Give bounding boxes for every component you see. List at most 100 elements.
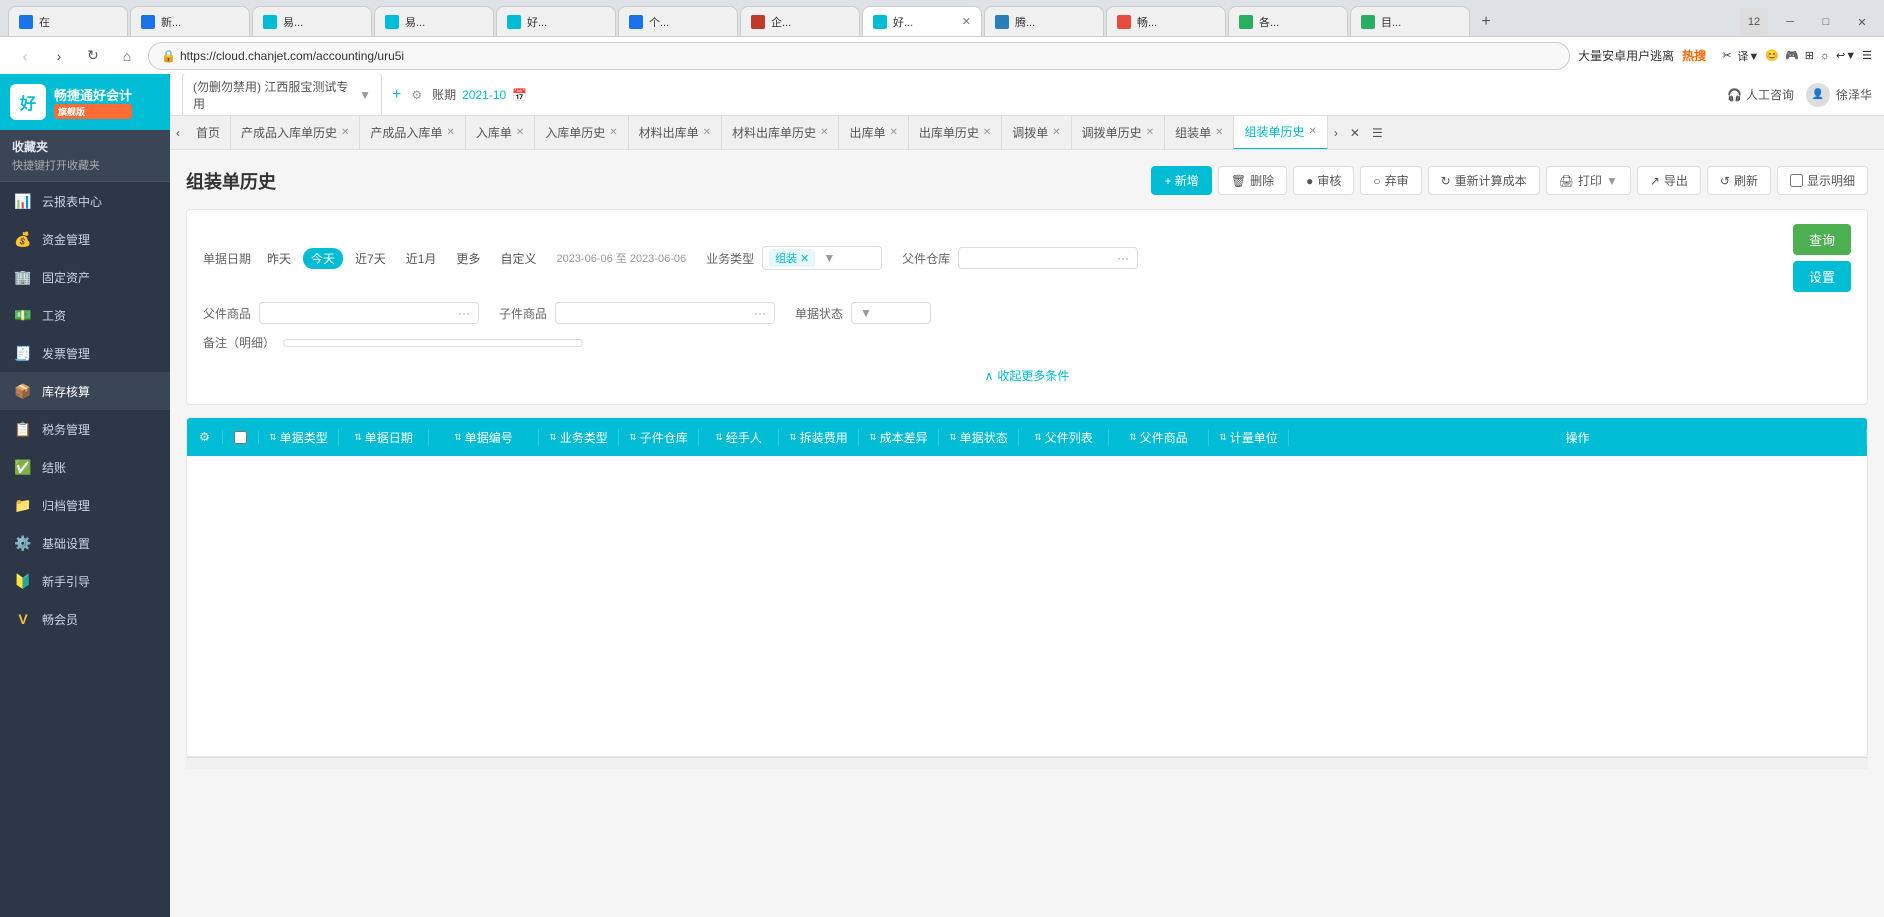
sidebar-item-member[interactable]: V 畅会员 [0,600,170,638]
new-tab-button[interactable]: + [1472,8,1500,36]
support-button[interactable]: 🎧 人工咨询 [1727,86,1794,103]
tab-close-window[interactable]: ✕ [1848,8,1876,36]
tab-mat-out-history[interactable]: 材料出库单历史 ✕ [722,116,839,150]
tab-pack-history[interactable]: 组装单历史 ✕ [1234,116,1327,150]
tab-in-order-close[interactable]: ✕ [516,127,524,138]
home-button[interactable]: ⌂ [114,43,140,69]
sidebar-item-tax[interactable]: 📋 税务管理 [0,410,170,448]
browser-tab-11[interactable]: 各... [1228,6,1348,36]
browser-tab-12[interactable]: 目... [1350,6,1470,36]
sidebar-item-reports[interactable]: 📊 云报表中心 [0,182,170,220]
menu-icon[interactable]: ☰ [1862,49,1872,62]
tab-prod-in[interactable]: 产成品入库单 ✕ [360,116,465,150]
sidebar-item-guide[interactable]: 🔰 新手引导 [0,562,170,600]
date-pill-today[interactable]: 今天 [303,248,343,269]
tab-transfer-history-close[interactable]: ✕ [1146,127,1154,138]
refresh-button[interactable]: ↺ 刷新 [1707,166,1771,195]
child-goods-input[interactable]: ··· [555,302,775,324]
th-checkbox[interactable] [223,431,259,444]
sidebar-item-salary[interactable]: 💵 工资 [0,296,170,334]
sidebar-item-inventory[interactable]: 📦 库存核算 [0,372,170,410]
emoji-icon[interactable]: 😊 [1765,49,1779,62]
collapse-button[interactable]: ∧ 收起更多条件 [203,361,1851,390]
tab-out-order[interactable]: 出库单 ✕ [839,116,908,150]
tab-prod-in-close[interactable]: ✕ [446,127,454,138]
browser-tab-2[interactable]: 新... [130,6,250,36]
tab-pack-history-close[interactable]: ✕ [1309,126,1317,137]
browser-tab-3[interactable]: 易... [252,6,372,36]
th-biztype[interactable]: ⇅ 业务类型 [539,429,619,446]
remark-input[interactable] [283,339,583,347]
date-pill-more[interactable]: 更多 [448,248,488,269]
tab-out-order-close[interactable]: ✕ [889,127,897,138]
browser-tab-10[interactable]: 畅... [1106,6,1226,36]
sidebar-item-settings[interactable]: ⚙️ 基础设置 [0,524,170,562]
th-date[interactable]: ⇅ 单据日期 [339,429,429,446]
tab-mat-out-history-close[interactable]: ✕ [820,127,828,138]
abandon-button[interactable]: ○ 弃审 [1360,166,1421,195]
tab-in-history[interactable]: 入库单历史 ✕ [535,116,628,150]
browser-tab-5[interactable]: 好... [496,6,616,36]
parent-goods-more[interactable]: ··· [458,306,470,320]
add-button[interactable]: + 新增 [1151,166,1211,195]
tab-close-8[interactable]: ✕ [962,15,971,28]
sidebar-item-funds[interactable]: 💰 资金管理 [0,220,170,258]
browser-tab-6[interactable]: 个... [618,6,738,36]
tab-home[interactable]: 首页 [186,116,231,150]
parent-warehouse-input[interactable]: ··· [958,247,1138,269]
tab-prod-in-history[interactable]: 产成品入库单历史 ✕ [231,116,360,150]
parent-goods-input[interactable]: ··· [259,302,479,324]
tab-prod-in-history-close[interactable]: ✕ [341,127,349,138]
query-button[interactable]: 查询 [1793,224,1851,255]
add-company-button[interactable]: + [392,86,401,104]
sidebar-item-assets[interactable]: 🏢 固定资产 [0,258,170,296]
grid-icon[interactable]: ⊞ [1805,49,1814,62]
tab-in-history-close[interactable]: ✕ [609,127,617,138]
date-pill-yesterday[interactable]: 昨天 [259,248,299,269]
tab-mat-out-close[interactable]: ✕ [703,127,711,138]
date-pill-custom[interactable]: 自定义 [492,248,544,269]
tabs-close-all[interactable]: ✕ [1344,126,1366,140]
company-settings-icon[interactable]: ⚙ [411,88,422,102]
show-detail-checkbox[interactable]: 显示明细 [1777,166,1868,195]
tab-out-history[interactable]: 出库单历史 ✕ [909,116,1002,150]
tabs-menu[interactable]: ☰ [1366,126,1389,140]
undo-icon[interactable]: ↩▼ [1836,49,1856,62]
tab-mat-out[interactable]: 材料出库单 ✕ [629,116,722,150]
biz-type-tag-close[interactable]: ✕ [800,252,809,265]
company-selector[interactable]: (勿删勿禁用) 江西服宝测试专用 ▼ [182,74,382,117]
show-detail-input[interactable] [1790,174,1803,187]
child-goods-more[interactable]: ··· [754,306,766,320]
tabs-left-nav[interactable]: ‹ [170,126,186,140]
filter-settings-button[interactable]: 设置 [1793,261,1851,292]
tabs-right-nav[interactable]: › [1328,126,1344,140]
scissors-icon[interactable]: ✂ [1722,49,1731,62]
th-type[interactable]: ⇅ 单据类型 [259,429,339,446]
horizontal-scrollbar[interactable] [186,757,1868,769]
sidebar-item-archive[interactable]: 📁 归档管理 [0,486,170,524]
delete-button[interactable]: 🗑 删除 [1218,166,1287,195]
tab-out-history-close[interactable]: ✕ [983,127,991,138]
recalculate-button[interactable]: ↻ 重新计算成本 [1428,166,1540,195]
browser-tab-9[interactable]: 腾... [984,6,1104,36]
tab-maximize[interactable]: □ [1812,8,1840,36]
user-info[interactable]: 👤 徐泽华 [1806,83,1872,107]
browser-tab-4[interactable]: 易... [374,6,494,36]
sidebar-item-settle[interactable]: ✅ 结账 [0,448,170,486]
date-pill-1month[interactable]: 近1月 [398,248,445,269]
back-button[interactable]: ‹ [12,43,38,69]
theme-icon[interactable]: ☼ [1820,50,1830,62]
biz-type-dropdown[interactable]: ▼ [823,251,835,265]
translate-icon[interactable]: 译▼ [1737,48,1759,64]
app-logo[interactable]: 好 畅捷通好会计 旗舰版 [0,74,170,130]
tab-transfer-close[interactable]: ✕ [1052,127,1060,138]
browser-tab-8[interactable]: 好... ✕ [862,6,982,36]
browser-tab-1[interactable]: 在 [8,6,128,36]
browser-tab-7[interactable]: 企... [740,6,860,36]
period-selector[interactable]: 账期 2021-10 📅 [432,86,527,103]
tab-transfer-history[interactable]: 调拨单历史 ✕ [1072,116,1165,150]
th-parent-goods[interactable]: ⇅ 父件商品 [1109,429,1209,446]
select-all-checkbox[interactable] [234,431,247,444]
th-cost-diff[interactable]: ⇅ 成本差异 [859,429,939,446]
th-disassembly[interactable]: ⇅ 拆装费用 [779,429,859,446]
